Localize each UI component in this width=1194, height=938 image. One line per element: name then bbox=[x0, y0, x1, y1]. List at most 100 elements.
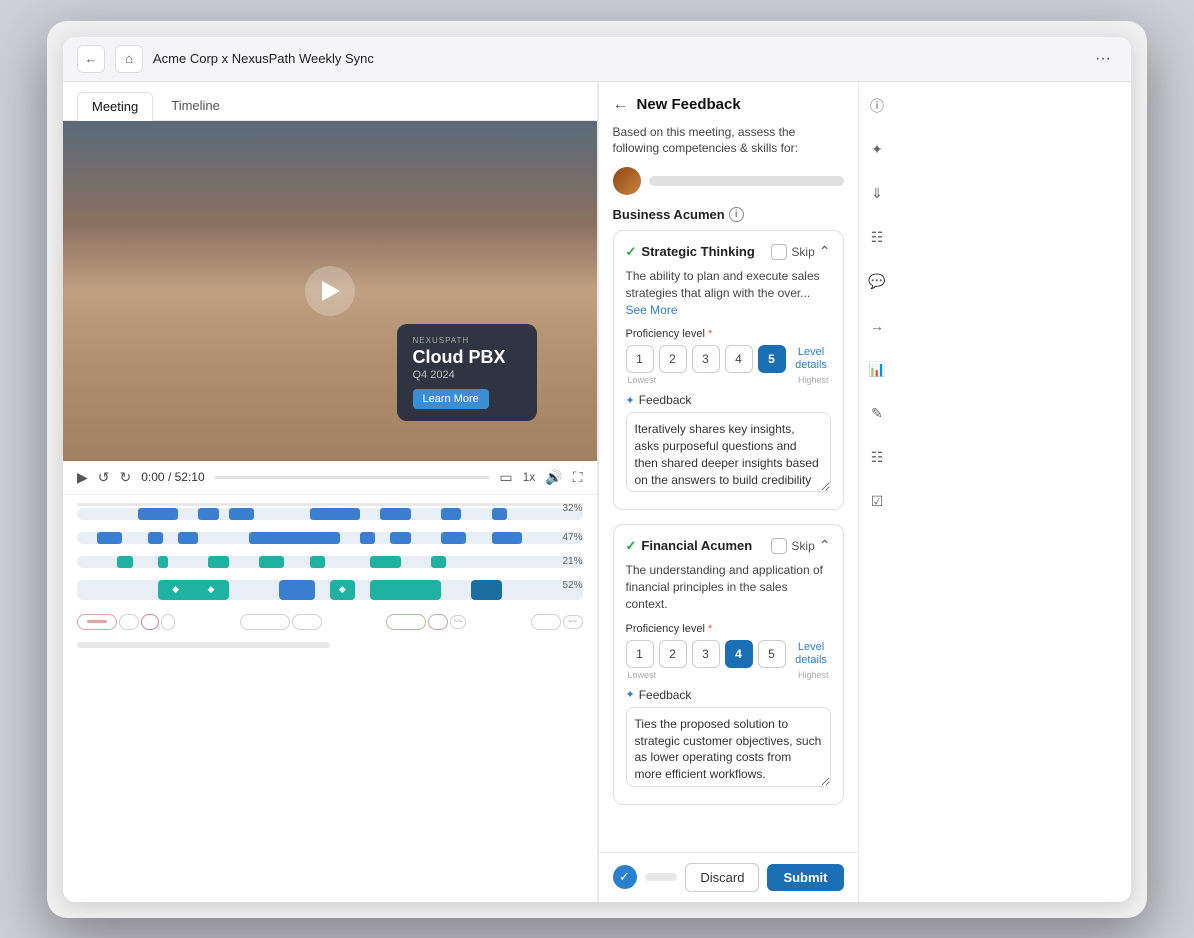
prof-label-financial: Proficiency level * bbox=[626, 623, 831, 635]
level-btn-4-strategic[interactable]: 4 bbox=[725, 345, 753, 373]
chart-icon[interactable]: 📊 bbox=[863, 356, 891, 384]
section-info-icon[interactable]: i bbox=[729, 207, 744, 222]
more-button[interactable]: ··· bbox=[1089, 45, 1117, 73]
fullscreen-button[interactable]: ⛶ bbox=[573, 469, 583, 486]
level-btn-1-strategic[interactable]: 1 bbox=[626, 345, 654, 373]
timeline-track-4: ◆ ◆ ◆ 52% bbox=[77, 580, 583, 600]
document-icon[interactable]: ☷ bbox=[863, 224, 891, 252]
timeline-scroll[interactable] bbox=[77, 642, 330, 648]
feedback-label-strategic: ✦ Feedback bbox=[626, 393, 831, 407]
info-icon[interactable]: ⓘ bbox=[863, 92, 891, 120]
section-title-text: Business Acumen bbox=[613, 207, 725, 222]
rewind-button[interactable]: ↺ bbox=[98, 469, 110, 486]
time-separator: / bbox=[168, 470, 175, 484]
timeline-track-3: 21% bbox=[77, 556, 583, 568]
check-icon-strategic: ✓ bbox=[626, 244, 637, 260]
video-controls: ▶ ↺ ↻ 0:00 / 52:10 ▭ 1x 🔊 ⛶ bbox=[63, 461, 597, 495]
comp-name-strategic: ✓ Strategic Thinking bbox=[626, 244, 755, 260]
speed-control[interactable]: 1x bbox=[523, 470, 536, 484]
timeline-area: 32% 47% bbox=[63, 495, 597, 902]
edit-icon[interactable]: ✎ bbox=[863, 400, 891, 428]
progress-track[interactable] bbox=[215, 476, 490, 479]
forward-button[interactable]: ↻ bbox=[120, 469, 132, 486]
level-scale-financial: Lowest Highest bbox=[626, 670, 831, 680]
comp-label-financial: Financial Acumen bbox=[641, 538, 752, 553]
video-area: NEXUSPATH Cloud PBX Q4 2024 Learn More bbox=[63, 121, 597, 461]
skip-checkbox-financial[interactable] bbox=[771, 538, 787, 554]
play-pause-button[interactable]: ▶ bbox=[77, 469, 88, 486]
required-star-financial: * bbox=[708, 623, 712, 635]
user-name-bar bbox=[649, 176, 844, 186]
level-btn-2-strategic[interactable]: 2 bbox=[659, 345, 687, 373]
feedback-label-financial: ✦ Feedback bbox=[626, 688, 831, 702]
feedback-textarea-strategic[interactable]: Iteratively shares key insights, asks pu… bbox=[626, 412, 831, 492]
home-button[interactable]: ⌂ bbox=[115, 45, 143, 73]
level-btn-2-financial[interactable]: 2 bbox=[659, 640, 687, 668]
feedback-back-button[interactable]: ← bbox=[613, 96, 629, 114]
current-time: 0:00 bbox=[141, 470, 164, 484]
grid-icon[interactable]: ☷ bbox=[863, 444, 891, 472]
time-display: 0:00 / 52:10 bbox=[141, 470, 204, 484]
collapse-button-strategic[interactable]: ⌃ bbox=[819, 243, 831, 260]
level-btn-3-strategic[interactable]: 3 bbox=[692, 345, 720, 373]
tabs-bar: Meeting Timeline bbox=[63, 82, 597, 121]
ai-icon-financial: ✦ bbox=[626, 688, 635, 701]
level-scale-strategic: Lowest Highest bbox=[626, 375, 831, 385]
level-details-link-strategic[interactable]: Level details bbox=[792, 346, 831, 372]
track-bar-4[interactable]: ◆ ◆ ◆ bbox=[77, 580, 583, 600]
feedback-description: Based on this meeting, assess the follow… bbox=[613, 124, 844, 158]
ai-icon-strategic: ✦ bbox=[626, 394, 635, 407]
bottom-action-bar: ✓ Discard Submit bbox=[599, 852, 858, 902]
tab-timeline[interactable]: Timeline bbox=[157, 92, 234, 120]
level-btn-1-financial[interactable]: 1 bbox=[626, 640, 654, 668]
competency-card-financial-acumen: ✓ Financial Acumen Skip ⌃ The bbox=[613, 524, 844, 804]
track-1-pct: 32% bbox=[562, 503, 582, 514]
track-3-pct: 21% bbox=[562, 556, 582, 567]
user-row bbox=[613, 167, 844, 195]
submit-button[interactable]: Submit bbox=[767, 864, 843, 891]
proficiency-row-strategic: Proficiency level * 1 2 3 4 5 bbox=[626, 328, 831, 385]
level-buttons-strategic: 1 2 3 4 5 bbox=[626, 345, 786, 373]
level-btn-5-financial[interactable]: 5 bbox=[758, 640, 786, 668]
see-more-strategic[interactable]: See More bbox=[626, 303, 678, 317]
track-bar-3[interactable] bbox=[77, 556, 583, 568]
skip-row-financial: Skip ⌃ bbox=[771, 537, 830, 554]
volume-button[interactable]: 🔊 bbox=[545, 469, 562, 486]
timeline-track-1: 32% bbox=[77, 503, 583, 520]
skip-label-strategic: Skip bbox=[791, 245, 814, 259]
chat-icon[interactable]: 💬 bbox=[863, 268, 891, 296]
skip-label-financial: Skip bbox=[791, 539, 814, 553]
play-button[interactable] bbox=[305, 266, 355, 316]
level-btn-3-financial[interactable]: 3 bbox=[692, 640, 720, 668]
level-btn-5-strategic[interactable]: 5 bbox=[758, 345, 786, 373]
feedback-title: New Feedback bbox=[637, 96, 741, 113]
skip-row-strategic: Skip ⌃ bbox=[771, 243, 830, 260]
play-icon bbox=[322, 281, 340, 301]
discard-button[interactable]: Discard bbox=[685, 863, 759, 892]
prof-label-strategic: Proficiency level * bbox=[626, 328, 831, 340]
level-btn-4-financial[interactable]: 4 bbox=[725, 640, 753, 668]
overlay-cta-button[interactable]: Learn More bbox=[413, 389, 489, 409]
feedback-header: ← New Feedback bbox=[613, 96, 844, 114]
skip-checkbox-strategic[interactable] bbox=[771, 244, 787, 260]
competency-card-strategic-thinking: ✓ Strategic Thinking Skip ⌃ Th bbox=[613, 230, 844, 510]
section-title: Business Acumen i bbox=[613, 207, 844, 222]
overlay-title: Cloud PBX bbox=[413, 347, 521, 369]
crosshair-icon[interactable]: ✦ bbox=[863, 136, 891, 164]
tab-meeting[interactable]: Meeting bbox=[77, 92, 153, 121]
feedback-textarea-financial[interactable]: Ties the proposed solution to strategic … bbox=[626, 707, 831, 787]
overlay-subtitle: Q4 2024 bbox=[413, 369, 521, 381]
collapse-button-financial[interactable]: ⌃ bbox=[819, 537, 831, 554]
comp-name-financial: ✓ Financial Acumen bbox=[626, 538, 753, 554]
level-details-link-financial[interactable]: Level details bbox=[792, 641, 831, 667]
check-square-icon[interactable]: ☑ bbox=[863, 488, 891, 516]
back-button[interactable]: ← bbox=[77, 45, 105, 73]
download-icon[interactable]: ⇓ bbox=[863, 180, 891, 208]
timeline-waveform: ~~ ~~ bbox=[77, 612, 583, 632]
track-bar-2[interactable] bbox=[77, 532, 583, 544]
arrow-right-icon[interactable]: → bbox=[863, 312, 891, 340]
submission-progress-bar bbox=[645, 873, 678, 881]
track-bar-1[interactable] bbox=[77, 508, 583, 520]
captions-button[interactable]: ▭ bbox=[499, 469, 512, 486]
video-thumbnail[interactable]: NEXUSPATH Cloud PBX Q4 2024 Learn More bbox=[63, 121, 597, 461]
